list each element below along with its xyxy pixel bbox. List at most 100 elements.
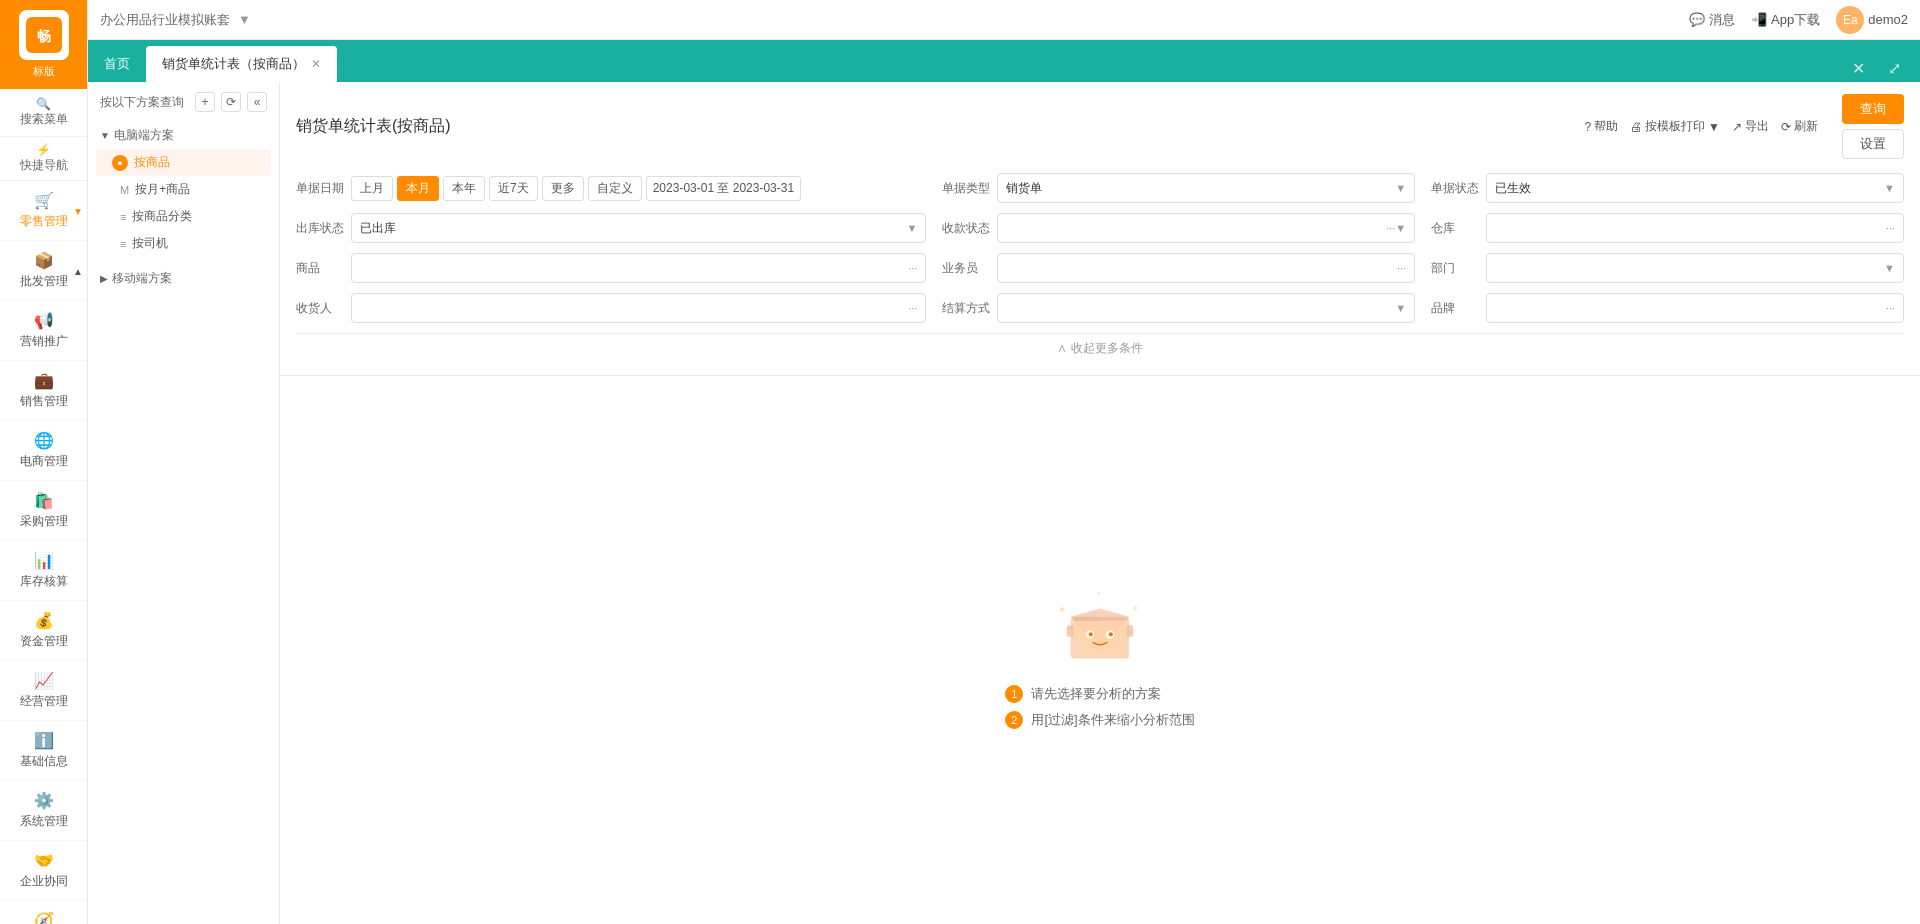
sidebar-item-wholesale[interactable]: 📦 批发管理 ▲ — [0, 241, 87, 301]
out-status-control[interactable]: 已出库 ▼ — [351, 213, 926, 243]
username-label: demo2 — [1868, 12, 1908, 27]
payment-control[interactable]: ▼ — [997, 293, 1415, 323]
app-logo[interactable]: 畅 标版 — [0, 0, 87, 89]
empty-tip-1: 1 请先选择要分析的方案 — [1005, 685, 1194, 703]
tabbar: 首页 销货单统计表（按商品） ✕ ✕ ⤢ — [88, 40, 1920, 82]
department-label: 部门 — [1431, 260, 1486, 277]
help-btn[interactable]: ? 帮助 — [1584, 94, 1618, 159]
doc-status-dropdown-icon: ▼ — [1884, 182, 1895, 194]
refresh-scheme-btn[interactable]: ⟳ — [221, 92, 241, 112]
add-scheme-btn[interactable]: + — [195, 92, 215, 112]
date-btn-more[interactable]: 更多 — [542, 176, 584, 201]
collapse-panel-btn[interactable]: « — [247, 92, 267, 112]
marketing-label: 营销推广 — [20, 333, 68, 350]
sidebar-item-guide[interactable]: 🧭 新手引导 — [0, 901, 87, 924]
mobile-scheme-header[interactable]: ▶ 移动端方案 — [96, 265, 271, 292]
payment-dropdown-icon: ▼ — [1395, 302, 1406, 314]
sub-item-label-2: 按商品分类 — [132, 208, 192, 225]
panel-right: 销货单统计表(按商品) ? 帮助 🖨 按模板打印 ▼ ↗ — [280, 82, 1920, 924]
empty-illustration: ✦ ✦ ✦ — [1050, 571, 1150, 671]
sidebar-item-ecommerce[interactable]: 🌐 电商管理 — [0, 421, 87, 481]
sidebar-item-enterprise[interactable]: 🤝 企业协同 — [0, 841, 87, 901]
empty-tip-2: 2 用[过滤]条件来缩小分析范围 — [1005, 711, 1194, 729]
purchase-label: 采购管理 — [20, 513, 68, 530]
date-btn-7days[interactable]: 近7天 — [489, 176, 538, 201]
department-control[interactable]: ▼ — [1486, 253, 1904, 283]
inventory-label: 库存核算 — [20, 573, 68, 590]
sidebar-item-marketing[interactable]: 📢 营销推广 — [0, 301, 87, 361]
date-btn-last-month[interactable]: 上月 — [351, 176, 393, 201]
pc-scheme-header[interactable]: ▼ 电脑端方案 — [96, 122, 271, 149]
close-tab-btn[interactable]: ✕ — [1844, 54, 1872, 82]
app-download-btn[interactable]: 📲 App下载 — [1751, 11, 1820, 29]
sidebar-item-operation[interactable]: 📈 经营管理 — [0, 661, 87, 721]
svg-text:✦: ✦ — [1132, 603, 1139, 613]
user-menu[interactable]: Ea demo2 — [1836, 6, 1908, 34]
wholesale-label: 批发管理 — [20, 273, 68, 290]
panel-left-header: 按以下方案查询 + ⟳ « — [88, 82, 279, 118]
help-icon: ? — [1584, 120, 1591, 134]
print-dropdown-icon: ▼ — [1708, 120, 1720, 134]
template-print-btn[interactable]: 🖨 按模板打印 ▼ — [1630, 94, 1720, 159]
doc-status-control[interactable]: 已生效 ▼ — [1486, 173, 1904, 203]
tab-sales-stats[interactable]: 销货单统计表（按商品） ✕ — [146, 46, 337, 82]
ecommerce-label: 电商管理 — [20, 453, 68, 470]
refresh-icon: ⟳ — [1781, 120, 1791, 134]
goods-control[interactable]: ··· — [351, 253, 926, 283]
scheme-sub-item-by-month[interactable]: M 按月+商品 — [96, 176, 271, 203]
date-range-input[interactable]: 2023-03-01 至 2023-03-31 — [646, 176, 801, 201]
operation-label: 经营管理 — [20, 693, 68, 710]
sidebar-item-basic[interactable]: ℹ️ 基础信息 — [0, 721, 87, 781]
sidebar-item-purchase[interactable]: 🛍️ 采购管理 — [0, 481, 87, 541]
maximize-btn[interactable]: ⤢ — [1880, 54, 1908, 82]
export-btn[interactable]: ↗ 导出 — [1732, 94, 1769, 159]
doc-type-control[interactable]: 销货单 ▼ — [997, 173, 1415, 203]
tip-num-2: 2 — [1005, 711, 1023, 729]
filter-row-1: 单据日期 上月 本月 本年 近7天 更多 自定义 2023-03-01 至 20… — [296, 173, 1904, 203]
sidebar-item-finance[interactable]: 💰 资金管理 — [0, 601, 87, 661]
panel-left-actions: + ⟳ « — [195, 92, 267, 112]
warehouse-label: 仓库 — [1431, 220, 1486, 237]
warehouse-control[interactable]: ··· — [1486, 213, 1904, 243]
collect-status-control[interactable]: ··· ▼ — [997, 213, 1415, 243]
msg-btn[interactable]: 💬 消息 — [1689, 11, 1735, 29]
svg-point-7 — [1109, 632, 1113, 636]
wholesale-icon: 📦 — [34, 251, 54, 270]
date-btn-current-month[interactable]: 本月 — [397, 176, 439, 201]
enterprise-label: 企业协同 — [20, 873, 68, 890]
finance-icon: 💰 — [34, 611, 54, 630]
quick-nav-btn[interactable]: ⚡ 快捷导航 — [0, 137, 87, 181]
date-btn-custom[interactable]: 自定义 — [588, 176, 642, 201]
sidebar-item-system[interactable]: ⚙️ 系统管理 — [0, 781, 87, 841]
refresh-btn[interactable]: ⟳ 刷新 — [1781, 94, 1818, 159]
sidebar-item-retail[interactable]: 🛒 零售管理 ▼ — [0, 181, 87, 241]
basic-icon: ℹ️ — [34, 731, 54, 750]
receiver-control[interactable]: ··· — [351, 293, 926, 323]
query-btn[interactable]: 查询 — [1842, 94, 1904, 124]
scheme-item-by-goods[interactable]: ● 按商品 — [96, 149, 271, 176]
tab-home[interactable]: 首页 — [88, 46, 146, 82]
mobile-scheme-section: ▶ 移动端方案 — [88, 261, 279, 296]
finance-label: 资金管理 — [20, 633, 68, 650]
svg-point-6 — [1089, 632, 1093, 636]
tab-close-icon[interactable]: ✕ — [311, 58, 321, 70]
sidebar-item-inventory[interactable]: 📊 库存核算 — [0, 541, 87, 601]
search-menu-btn[interactable]: 🔍 搜索菜单 — [0, 89, 87, 137]
date-btn-current-year[interactable]: 本年 — [443, 176, 485, 201]
settings-btn[interactable]: 设置 — [1842, 129, 1904, 159]
filter-area: 销货单统计表(按商品) ? 帮助 🖨 按模板打印 ▼ ↗ — [280, 82, 1920, 376]
svg-text:✦: ✦ — [1096, 590, 1102, 597]
scheme-sub-item-by-printer[interactable]: ≡ 按司机 — [96, 230, 271, 257]
scheme-sub-item-by-category[interactable]: ≡ 按商品分类 — [96, 203, 271, 230]
sidebar-item-sales[interactable]: 💼 销售管理 — [0, 361, 87, 421]
scheme-item-label: 按商品 — [134, 154, 170, 171]
salesperson-control[interactable]: ··· — [997, 253, 1415, 283]
brand-control[interactable]: ··· — [1486, 293, 1904, 323]
industry-dropdown-icon[interactable]: ▼ — [238, 12, 251, 27]
filter-field-doc-type: 单据类型 销货单 ▼ — [926, 173, 1415, 203]
template-print-label: 按模板打印 — [1645, 118, 1705, 135]
guide-icon: 🧭 — [34, 911, 54, 924]
sub-item-label-3: 按司机 — [132, 235, 168, 252]
collapse-conditions-btn[interactable]: ∧ 收起更多条件 — [296, 333, 1904, 363]
help-label: 帮助 — [1594, 118, 1618, 135]
